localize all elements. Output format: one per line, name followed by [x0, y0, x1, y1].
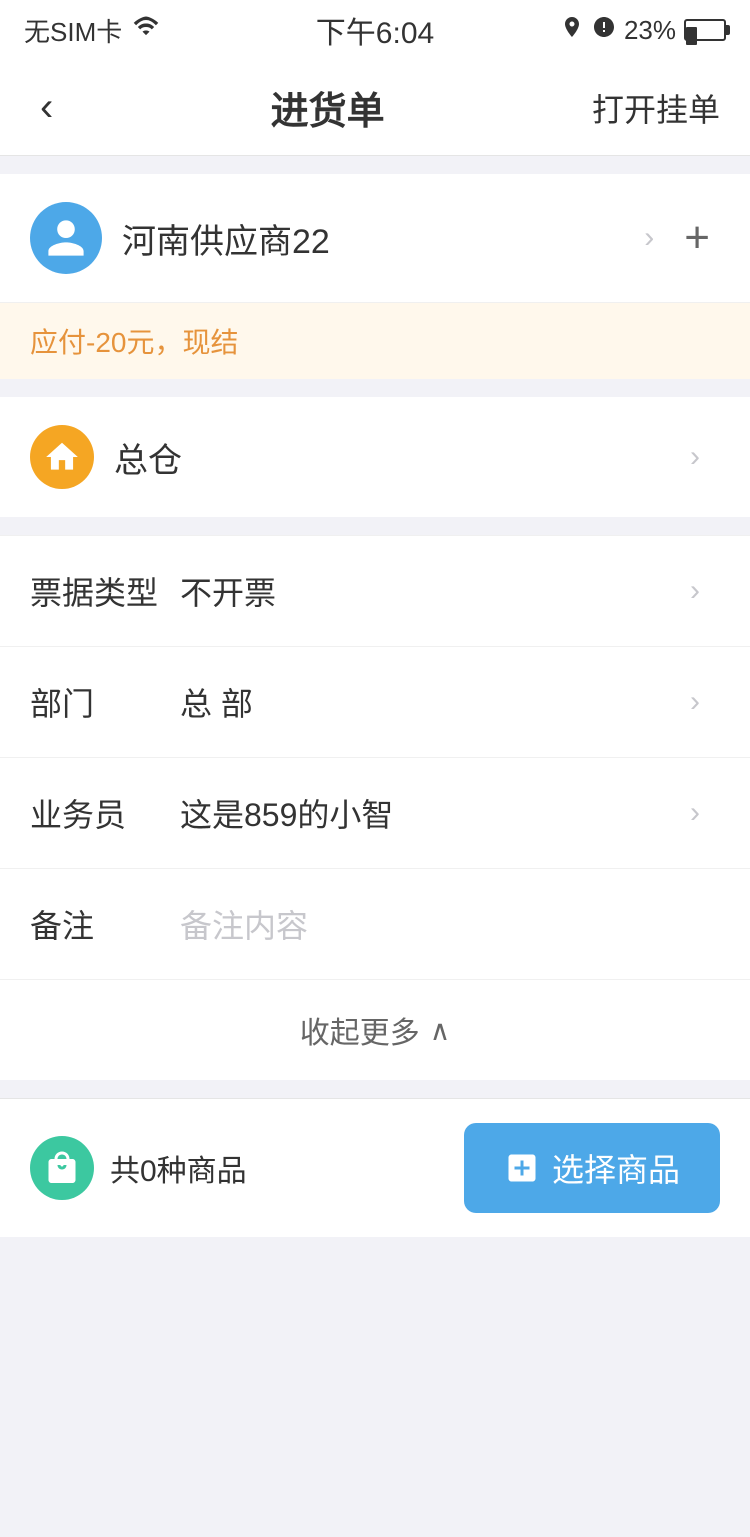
select-product-button[interactable]: 选择商品	[464, 1123, 720, 1213]
home-icon	[43, 438, 81, 476]
status-right: 23%	[560, 15, 726, 46]
bottom-bar: 共0种商品 选择商品	[0, 1098, 750, 1237]
alarm-icon	[592, 15, 616, 46]
page-background	[0, 1237, 750, 1537]
collapse-button[interactable]: 收起更多 ∧	[0, 979, 750, 1080]
carrier-label: 无SIM卡	[24, 12, 122, 49]
product-icon	[30, 1136, 94, 1200]
department-label: 部门	[30, 679, 160, 725]
notice-banner: 应付-20元，现结	[0, 303, 750, 379]
department-chevron-icon: ›	[690, 685, 700, 719]
invoice-type-label: 票据类型	[30, 568, 160, 614]
salesperson-row[interactable]: 业务员 这是859的小智 ›	[0, 757, 750, 868]
salesperson-chevron-icon: ›	[690, 796, 700, 830]
department-value: 总 部	[160, 679, 690, 725]
section-gap-3	[0, 517, 750, 535]
warehouse-chevron-icon: ›	[690, 440, 700, 474]
wifi-icon	[132, 13, 160, 48]
open-pending-button[interactable]: 打开挂单	[592, 85, 720, 131]
product-count-area: 共0种商品	[30, 1136, 247, 1200]
battery-label: 23%	[624, 15, 676, 46]
section-gap-4	[0, 1080, 750, 1098]
remark-label: 备注	[30, 901, 160, 947]
department-row[interactable]: 部门 总 部 ›	[0, 646, 750, 757]
remark-row[interactable]: 备注 备注内容	[0, 868, 750, 979]
form-card: 票据类型 不开票 › 部门 总 部 › 业务员 这是859的小智 › 备注 备注…	[0, 535, 750, 1080]
battery-icon	[684, 19, 726, 41]
supplier-avatar	[30, 202, 102, 274]
salesperson-value: 这是859的小智	[160, 790, 690, 836]
salesperson-label: 业务员	[30, 790, 160, 836]
remark-input[interactable]: 备注内容	[160, 901, 720, 947]
collapse-arrow-icon: ∧	[430, 1014, 451, 1047]
warehouse-row[interactable]: 总仓 ›	[0, 397, 750, 517]
nav-bar: ‹ 进货单 打开挂单	[0, 60, 750, 156]
person-icon	[44, 216, 88, 260]
status-time: 下午6:04	[316, 8, 434, 52]
invoice-type-chevron-icon: ›	[690, 574, 700, 608]
invoice-type-row[interactable]: 票据类型 不开票 ›	[0, 535, 750, 646]
warehouse-card[interactable]: 总仓 ›	[0, 397, 750, 517]
supplier-row[interactable]: 河南供应商22 › +	[0, 174, 750, 303]
collapse-label: 收起更多	[300, 1008, 420, 1052]
select-product-label: 选择商品	[552, 1145, 680, 1191]
invoice-type-value: 不开票	[160, 568, 690, 614]
status-left: 无SIM卡	[24, 12, 160, 49]
add-product-icon	[504, 1150, 540, 1186]
back-button[interactable]: ‹	[30, 75, 63, 140]
section-gap-2	[0, 379, 750, 397]
location-icon	[560, 15, 584, 46]
product-count-text: 共0种商品	[110, 1146, 247, 1190]
add-supplier-button[interactable]: +	[674, 213, 720, 263]
page-title: 进货单	[271, 80, 385, 135]
warehouse-icon	[30, 425, 94, 489]
supplier-chevron-icon: ›	[644, 221, 654, 255]
supplier-card: 河南供应商22 › + 应付-20元，现结	[0, 174, 750, 379]
supplier-name: 河南供应商22	[122, 214, 644, 263]
warehouse-name: 总仓	[114, 433, 690, 482]
section-gap-1	[0, 156, 750, 174]
shopping-bag-icon	[44, 1150, 80, 1186]
notice-text: 应付-20元，现结	[30, 327, 238, 358]
status-bar: 无SIM卡 下午6:04 23%	[0, 0, 750, 60]
